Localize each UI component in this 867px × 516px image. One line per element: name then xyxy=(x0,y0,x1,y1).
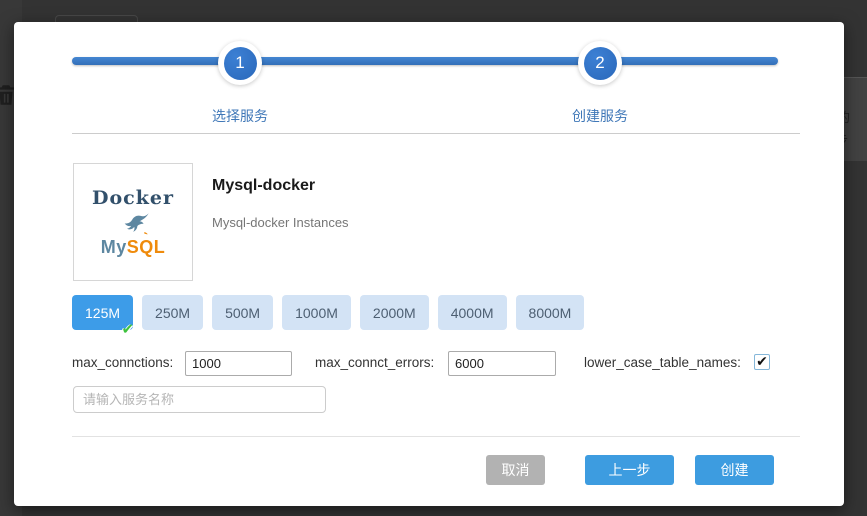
cancel-button[interactable]: 取消 xyxy=(486,455,545,485)
service-subtitle: Mysql-docker Instances xyxy=(212,215,349,230)
memory-option-label: 1000M xyxy=(295,304,338,321)
service-logo: Docker MySQL xyxy=(73,163,193,281)
mysql-dolphin-icon xyxy=(124,212,149,234)
memory-option-125m[interactable]: 125M ✔ xyxy=(72,295,134,338)
memory-option-label: 4000M xyxy=(450,304,494,321)
memory-option-8000m[interactable]: 8000M xyxy=(515,295,585,330)
selected-check-icon: ✔ xyxy=(121,321,135,338)
service-name-input[interactable] xyxy=(73,386,326,413)
wizard-step-1: 1 xyxy=(218,41,262,85)
memory-option-label: 250M xyxy=(155,304,191,321)
memory-option-label: 500M xyxy=(225,304,261,321)
wizard-step-2-label: 创建服务 xyxy=(572,108,628,124)
mysql-logo-text: MySQL xyxy=(101,237,166,258)
max-connect-errors-input[interactable] xyxy=(448,351,556,376)
wizard-progress-bar xyxy=(72,57,778,65)
wizard-step-2-number: 2 xyxy=(583,46,617,80)
memory-option-500m[interactable]: 500M xyxy=(212,295,274,330)
mysql-logo-sql: SQL xyxy=(126,236,166,257)
checkbox-check-icon: ✔ xyxy=(756,353,768,369)
lower-case-table-names-checkbox[interactable]: ✔ xyxy=(754,354,770,370)
mysql-logo-my: My xyxy=(100,236,127,257)
memory-option-1000m[interactable]: 1000M xyxy=(282,295,351,330)
wizard-step-2: 2 xyxy=(578,41,622,85)
memory-option-250m[interactable]: 250M xyxy=(142,295,204,330)
max-connections-input[interactable] xyxy=(185,351,292,376)
docker-logo-text: Docker xyxy=(92,186,174,209)
memory-option-label: 8000M xyxy=(528,304,572,321)
create-service-dialog: 1 2 选择服务 创建服务 Docker MySQL Mysql-docker … xyxy=(14,22,844,506)
footer-divider xyxy=(72,436,800,437)
lower-case-table-names-label: lower_case_table_names: xyxy=(584,355,741,370)
memory-options-row: 125M ✔ 250M 500M 1000M 2000M 4000M 8000M xyxy=(72,295,585,338)
header-divider xyxy=(72,133,800,134)
max-connect-errors-label: max_connct_errors: xyxy=(315,355,435,370)
max-connections-label: max_connctions: xyxy=(72,355,174,370)
wizard-step-1-number: 1 xyxy=(223,46,257,80)
parameters-row: max_connctions: max_connct_errors: lower… xyxy=(14,351,844,377)
memory-option-label: 2000M xyxy=(372,304,416,321)
memory-option-2000m[interactable]: 2000M xyxy=(359,295,429,330)
memory-option-label: 125M xyxy=(85,304,121,321)
memory-option-4000m[interactable]: 4000M xyxy=(437,295,507,330)
previous-step-button[interactable]: 上一步 xyxy=(585,455,674,485)
create-button[interactable]: 创建 xyxy=(695,455,774,485)
wizard-step-1-label: 选择服务 xyxy=(212,108,268,124)
service-title: Mysql-docker xyxy=(212,177,316,194)
